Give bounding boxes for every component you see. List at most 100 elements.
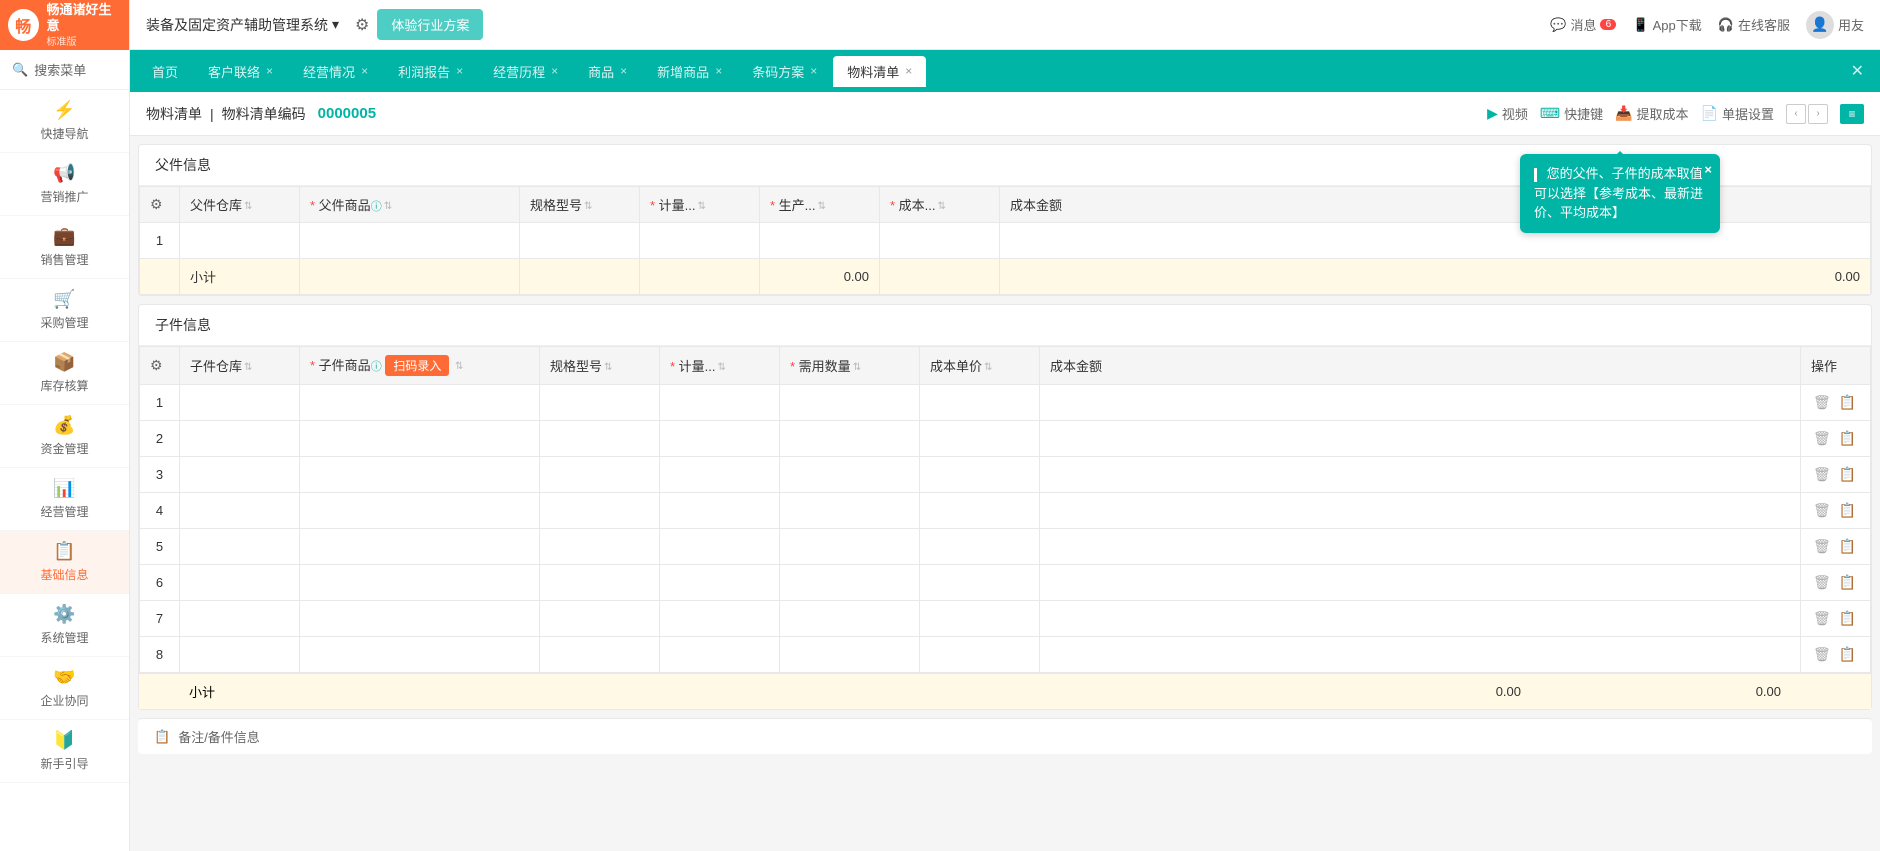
- child-row-unit-5[interactable]: [660, 529, 780, 565]
- sidebar-item-finance[interactable]: 💰资金管理: [0, 405, 129, 468]
- column-settings-icon[interactable]: ⚙: [150, 196, 163, 212]
- child-row-unit-cost-4[interactable]: [920, 493, 1040, 529]
- sort-icon-6[interactable]: ⇅: [938, 201, 946, 212]
- nav-tab-barcode[interactable]: 条码方案×: [738, 56, 831, 87]
- sidebar-item-enterprise[interactable]: 🤝企业协同: [0, 657, 129, 720]
- child-row-unit-2[interactable]: [660, 421, 780, 457]
- trial-button[interactable]: 体验行业方案: [377, 9, 483, 40]
- child-row-unit-3[interactable]: [660, 457, 780, 493]
- nav-tab-goods[interactable]: 商品×: [574, 56, 641, 87]
- child-row-warehouse-2[interactable]: [180, 421, 300, 457]
- child-row-qty-1[interactable]: [780, 385, 920, 421]
- child-sort-icon-1[interactable]: ⇅: [244, 362, 252, 373]
- child-row-qty-8[interactable]: [780, 637, 920, 673]
- delete-row-7-icon[interactable]: 🗑: [1811, 608, 1833, 629]
- copy-row-4-icon[interactable]: 📋: [1837, 500, 1858, 521]
- child-row-warehouse-3[interactable]: [180, 457, 300, 493]
- child-row-spec-8[interactable]: [540, 637, 660, 673]
- child-row-unit-cost-6[interactable]: [920, 565, 1040, 601]
- video-button[interactable]: ▶ 视频: [1487, 104, 1528, 123]
- child-row-spec-6[interactable]: [540, 565, 660, 601]
- shortcut-button[interactable]: ⌨ 快捷键: [1540, 104, 1603, 123]
- child-row-unit-cost-7[interactable]: [920, 601, 1040, 637]
- tooltip-close-button[interactable]: ×: [1704, 160, 1712, 180]
- app-download-button[interactable]: 📱 App下载: [1632, 15, 1701, 34]
- child-row-goods-3[interactable]: [300, 457, 540, 493]
- child-row-spec-3[interactable]: [540, 457, 660, 493]
- parent-row-goods[interactable]: [300, 223, 520, 259]
- child-sort-icon-3[interactable]: ⇅: [604, 362, 612, 373]
- nav-tab-home[interactable]: 首页: [138, 56, 192, 87]
- sidebar-item-quick-nav[interactable]: ⚡快捷导航: [0, 90, 129, 153]
- delete-row-3-icon[interactable]: 🗑: [1811, 464, 1833, 485]
- child-row-spec-5[interactable]: [540, 529, 660, 565]
- sort-icon[interactable]: ⇅: [244, 201, 252, 212]
- sidebar-item-basics[interactable]: 📋基础信息: [0, 531, 129, 594]
- child-row-unit-cost-1[interactable]: [920, 385, 1040, 421]
- sidebar-item-marketing[interactable]: 📢营销推广: [0, 153, 129, 216]
- child-row-unit-cost-2[interactable]: [920, 421, 1040, 457]
- child-row-goods-8[interactable]: [300, 637, 540, 673]
- scan-input-button[interactable]: 扫码录入: [385, 355, 449, 376]
- single-settings-button[interactable]: 📄 单据设置: [1701, 104, 1774, 123]
- close-tab-bom[interactable]: ×: [905, 64, 912, 78]
- copy-row-7-icon[interactable]: 📋: [1837, 608, 1858, 629]
- child-row-warehouse-7[interactable]: [180, 601, 300, 637]
- child-row-qty-5[interactable]: [780, 529, 920, 565]
- nav-tab-bom[interactable]: 物料清单×: [833, 56, 926, 87]
- list-view-button[interactable]: ≡: [1840, 104, 1864, 124]
- child-row-unit-6[interactable]: [660, 565, 780, 601]
- child-row-warehouse-6[interactable]: [180, 565, 300, 601]
- delete-row-6-icon[interactable]: 🗑: [1811, 572, 1833, 593]
- child-row-cost-amount-8[interactable]: [1040, 637, 1801, 673]
- sort-icon-5[interactable]: ⇅: [818, 201, 826, 212]
- child-row-cost-amount-4[interactable]: [1040, 493, 1801, 529]
- close-tab-operations[interactable]: ×: [361, 64, 368, 78]
- messages-button[interactable]: 💬 消息 6: [1550, 15, 1616, 34]
- child-row-cost-amount-2[interactable]: [1040, 421, 1801, 457]
- parent-row-production[interactable]: [760, 223, 880, 259]
- sidebar-item-purchase[interactable]: 🛒采购管理: [0, 279, 129, 342]
- child-row-warehouse-4[interactable]: [180, 493, 300, 529]
- child-row-cost-amount-1[interactable]: [1040, 385, 1801, 421]
- copy-row-5-icon[interactable]: 📋: [1837, 536, 1858, 557]
- copy-row-3-icon[interactable]: 📋: [1837, 464, 1858, 485]
- nav-tab-new-goods[interactable]: 新增商品×: [643, 56, 736, 87]
- sort-icon-2[interactable]: ⇅: [384, 201, 392, 212]
- child-sort-icon-6[interactable]: ⇅: [984, 362, 992, 373]
- nav-tab-operations[interactable]: 经营情况×: [289, 56, 382, 87]
- child-row-spec-2[interactable]: [540, 421, 660, 457]
- child-row-cost-amount-5[interactable]: [1040, 529, 1801, 565]
- child-row-unit-cost-5[interactable]: [920, 529, 1040, 565]
- nav-tab-history[interactable]: 经营历程×: [479, 56, 572, 87]
- sort-icon-4[interactable]: ⇅: [698, 201, 706, 212]
- child-row-goods-5[interactable]: [300, 529, 540, 565]
- sidebar-search[interactable]: 🔍 搜索菜单: [0, 50, 129, 90]
- settings-icon[interactable]: ⚙: [355, 15, 369, 35]
- child-row-cost-amount-7[interactable]: [1040, 601, 1801, 637]
- close-tab-new-goods[interactable]: ×: [715, 64, 722, 78]
- child-row-goods-2[interactable]: [300, 421, 540, 457]
- copy-row-6-icon[interactable]: 📋: [1837, 572, 1858, 593]
- child-row-unit-cost-8[interactable]: [920, 637, 1040, 673]
- delete-row-4-icon[interactable]: 🗑: [1811, 500, 1833, 521]
- delete-row-2-icon[interactable]: 🗑: [1811, 428, 1833, 449]
- child-row-goods-4[interactable]: [300, 493, 540, 529]
- delete-row-5-icon[interactable]: 🗑: [1811, 536, 1833, 557]
- child-row-qty-3[interactable]: [780, 457, 920, 493]
- child-row-qty-7[interactable]: [780, 601, 920, 637]
- delete-row-1-icon[interactable]: 🗑: [1811, 392, 1833, 413]
- copy-row-8-icon[interactable]: 📋: [1837, 644, 1858, 665]
- child-row-unit-7[interactable]: [660, 601, 780, 637]
- user-menu[interactable]: 👤 用友: [1806, 11, 1864, 39]
- next-arrow[interactable]: ›: [1808, 104, 1828, 124]
- child-row-spec-4[interactable]: [540, 493, 660, 529]
- extract-cost-button[interactable]: 📥 提取成本: [1615, 104, 1688, 123]
- nav-tab-profit[interactable]: 利润报告×: [384, 56, 477, 87]
- child-row-cost-amount-3[interactable]: [1040, 457, 1801, 493]
- close-tab-barcode[interactable]: ×: [810, 64, 817, 78]
- child-row-qty-6[interactable]: [780, 565, 920, 601]
- parent-row-spec[interactable]: [520, 223, 640, 259]
- close-tab-goods[interactable]: ×: [620, 64, 627, 78]
- child-row-unit-cost-3[interactable]: [920, 457, 1040, 493]
